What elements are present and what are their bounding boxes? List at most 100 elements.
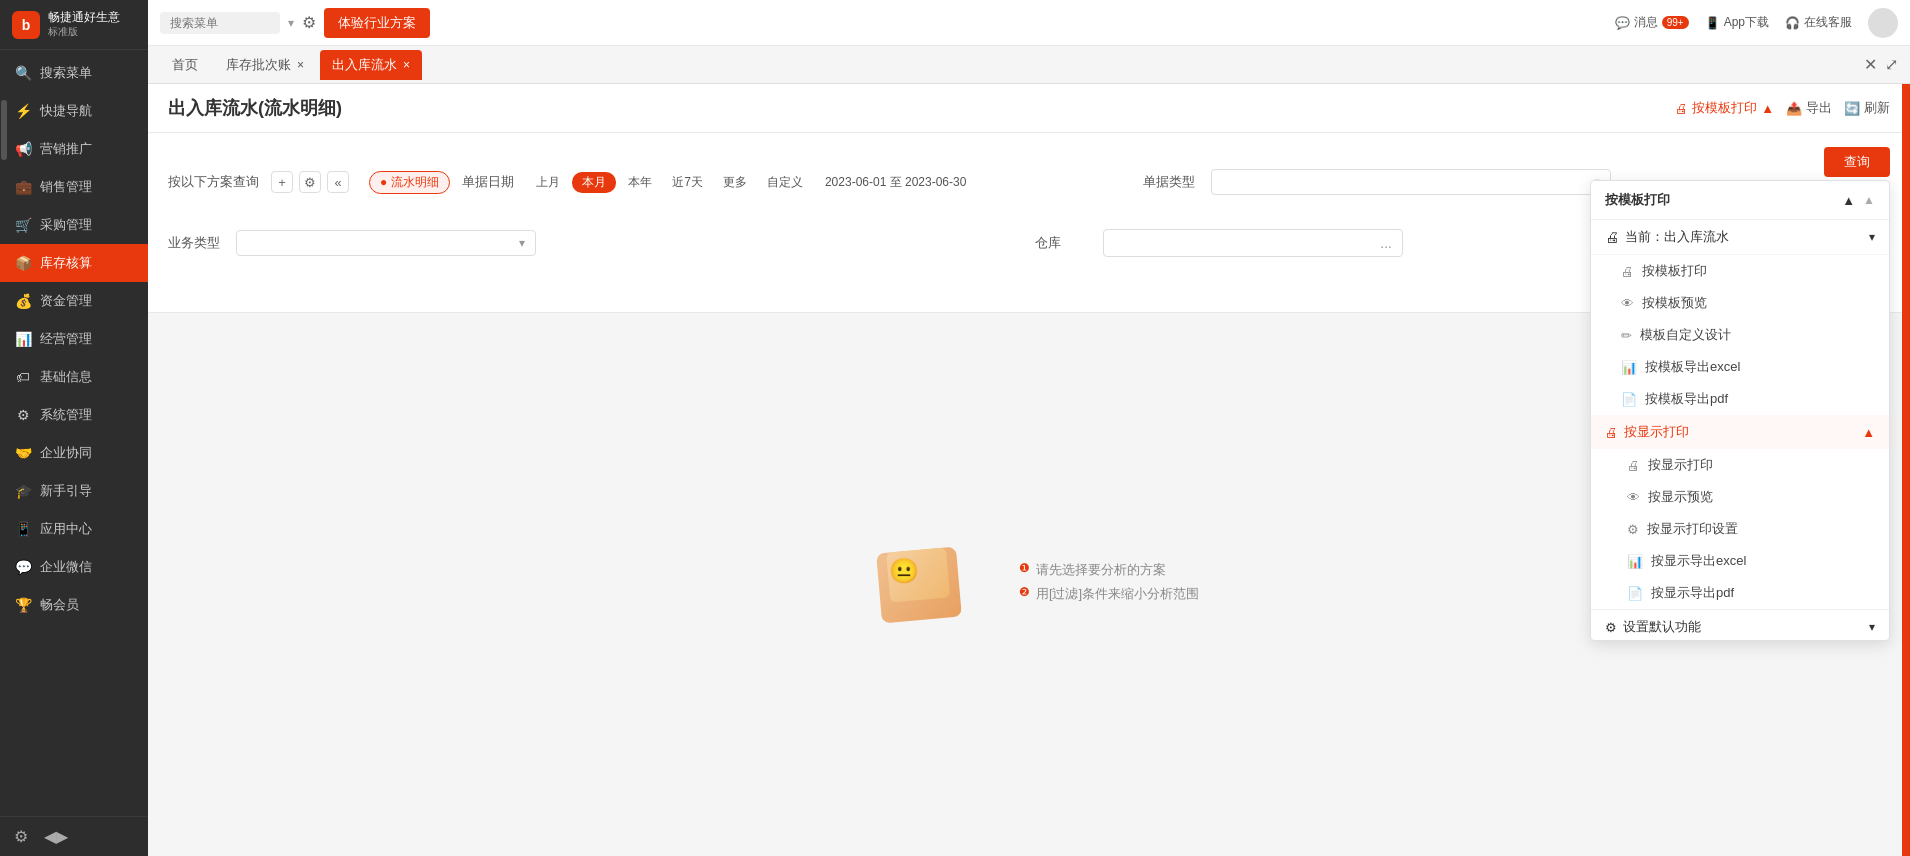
dropdown-header-label: 按模板打印 bbox=[1605, 191, 1670, 209]
sidebar-logo: b 畅捷通好生意 标准版 bbox=[0, 0, 148, 50]
date-this-year-button[interactable]: 本年 bbox=[620, 172, 660, 193]
dropdown-template-preview[interactable]: 👁 按模板预览 bbox=[1591, 287, 1889, 319]
window-maximize-icon[interactable]: ⤢ bbox=[1885, 55, 1898, 74]
dropdown-template-print[interactable]: 🖨 按模板打印 bbox=[1591, 255, 1889, 287]
sidebar-item-wechat[interactable]: 💬 企业微信 bbox=[0, 548, 148, 586]
bottom-gear-icon[interactable]: ⚙ bbox=[14, 827, 28, 846]
sidebar-item-quick[interactable]: ⚡ 快捷导航 bbox=[0, 92, 148, 130]
topbar-gear-icon[interactable]: ⚙ bbox=[302, 13, 316, 32]
bill-type-label: 单据类型 bbox=[1143, 173, 1203, 191]
bottom-collapse-icon[interactable]: ◀▶ bbox=[44, 827, 68, 846]
tab-current-close[interactable]: × bbox=[403, 58, 410, 72]
sidebar-item-marketing[interactable]: 📢 营销推广 bbox=[0, 130, 148, 168]
bill-type-select[interactable]: ▾ bbox=[1211, 169, 1611, 195]
sidebar-item-quick-label: 快捷导航 bbox=[40, 102, 92, 120]
dropdown-display-print-setting[interactable]: ⚙ 按显示打印设置 bbox=[1591, 513, 1889, 545]
dropdown-template-export-excel[interactable]: 📊 按模板导出excel bbox=[1591, 351, 1889, 383]
filter-add-button[interactable]: + bbox=[271, 171, 293, 193]
sales-nav-icon: 💼 bbox=[14, 179, 32, 195]
dropdown-template-export-pdf[interactable]: 📄 按模板导出pdf bbox=[1591, 383, 1889, 415]
dropdown-scroll-up[interactable]: ▲ bbox=[1863, 193, 1875, 207]
sidebar-item-operations[interactable]: 📊 经营管理 bbox=[0, 320, 148, 358]
dropdown-current-section[interactable]: 🖨 当前：出入库流水 ▾ bbox=[1591, 220, 1889, 255]
sidebar-item-sales[interactable]: 💼 销售管理 bbox=[0, 168, 148, 206]
filter-collapse-button[interactable]: « bbox=[327, 171, 349, 193]
dropdown-up-icon: ▲ bbox=[1842, 193, 1855, 208]
warehouse-label: 仓库 bbox=[1035, 234, 1095, 252]
filter-tag-current[interactable]: ● 流水明细 bbox=[369, 171, 450, 194]
right-scroll-indicator[interactable] bbox=[1902, 84, 1910, 856]
sidebar-item-appstore[interactable]: 📱 应用中心 bbox=[0, 510, 148, 548]
message-badge: 99+ bbox=[1662, 16, 1689, 29]
filter-gear-button[interactable]: ⚙ bbox=[299, 171, 321, 193]
sidebar-item-member[interactable]: 🏆 畅会员 bbox=[0, 586, 148, 624]
refresh-icon: 🔄 bbox=[1844, 101, 1860, 116]
template-print-button[interactable]: 🖨 按模板打印 ▲ bbox=[1675, 99, 1774, 117]
customer-service-button[interactable]: 🎧 在线客服 bbox=[1785, 14, 1852, 31]
date-current-month-button[interactable]: 本月 bbox=[572, 172, 616, 193]
sidebar-item-search[interactable]: 🔍 搜索菜单 bbox=[0, 54, 148, 92]
sidebar-item-finance[interactable]: 💰 资金管理 bbox=[0, 282, 148, 320]
tab-batch-close[interactable]: × bbox=[297, 58, 304, 72]
current-section-label: 当前：出入库流水 bbox=[1625, 228, 1729, 246]
sidebar-item-collab[interactable]: 🤝 企业协同 bbox=[0, 434, 148, 472]
tab-home[interactable]: 首页 bbox=[160, 50, 210, 80]
template-export-pdf-icon: 📄 bbox=[1621, 392, 1637, 407]
sidebar-bottom: ⚙ ◀▶ bbox=[0, 816, 148, 856]
date-more-button[interactable]: 更多 bbox=[715, 172, 755, 193]
dropdown-scroll[interactable]: 🖨 当前：出入库流水 ▾ 🖨 按模板打印 👁 按模板预览 ✏ 模板自定义设计 bbox=[1591, 220, 1889, 640]
display-print-item-label: 按显示打印 bbox=[1648, 456, 1713, 474]
sidebar-item-basic-label: 基础信息 bbox=[40, 368, 92, 386]
dropdown-display-export-excel[interactable]: 📊 按显示导出excel bbox=[1591, 545, 1889, 577]
sidebar-item-system[interactable]: ⚙ 系统管理 bbox=[0, 396, 148, 434]
sidebar-item-search-label: 搜索菜单 bbox=[40, 64, 92, 82]
display-section-label: 按显示打印 bbox=[1624, 423, 1689, 441]
template-print-label: 按模板打印 bbox=[1692, 99, 1757, 117]
export-button[interactable]: 📤 导出 bbox=[1786, 99, 1832, 117]
default-func-label: 设置默认功能 bbox=[1623, 618, 1701, 636]
date-prev-month-button[interactable]: 上月 bbox=[528, 172, 568, 193]
collab-nav-icon: 🤝 bbox=[14, 445, 32, 461]
dropdown-display-export-pdf[interactable]: 📄 按显示导出pdf bbox=[1591, 577, 1889, 609]
sidebar-item-inventory[interactable]: 📦 库存核算 bbox=[0, 244, 148, 282]
topbar: ▾ ⚙ 体验行业方案 💬 消息 99+ 📱 App下载 🎧 在线客服 bbox=[148, 0, 1910, 46]
export-icon: 📤 bbox=[1786, 101, 1802, 116]
dropdown-display-preview[interactable]: 👁 按显示预览 bbox=[1591, 481, 1889, 513]
biz-type-select[interactable]: ▾ bbox=[236, 230, 536, 256]
app-download-button[interactable]: 📱 App下载 bbox=[1705, 14, 1769, 31]
refresh-button[interactable]: 🔄 刷新 bbox=[1844, 99, 1890, 117]
dropdown-default-func[interactable]: ⚙ 设置默认功能 ▾ bbox=[1591, 609, 1889, 640]
logo-icon: b bbox=[12, 11, 40, 39]
template-print-item-label: 按模板打印 bbox=[1642, 262, 1707, 280]
sidebar-item-basic[interactable]: 🏷 基础信息 bbox=[0, 358, 148, 396]
dropdown-display-print[interactable]: 🖨 按显示打印 bbox=[1591, 449, 1889, 481]
sidebar-item-purchase[interactable]: 🛒 采购管理 bbox=[0, 206, 148, 244]
window-close-icon[interactable]: ✕ bbox=[1864, 55, 1877, 74]
logo-name: 畅捷通好生意 bbox=[48, 10, 120, 26]
message-label: 消息 bbox=[1634, 14, 1658, 31]
tab-current[interactable]: 出入库流水 × bbox=[320, 50, 422, 80]
app-download-icon: 📱 bbox=[1705, 16, 1720, 30]
wechat-nav-icon: 💬 bbox=[14, 559, 32, 575]
dropdown-template-custom[interactable]: ✏ 模板自定义设计 bbox=[1591, 319, 1889, 351]
message-button[interactable]: 💬 消息 99+ bbox=[1615, 14, 1689, 31]
industry-solution-button[interactable]: 体验行业方案 bbox=[324, 8, 430, 38]
warehouse-select[interactable]: ... bbox=[1103, 229, 1403, 257]
date-quick-buttons: 上月 本月 本年 近7天 更多 自定义 bbox=[528, 172, 811, 193]
tab-batch[interactable]: 库存批次账 × bbox=[214, 50, 316, 80]
dropdown-display-section[interactable]: 🖨 按显示打印 ▲ bbox=[1591, 415, 1889, 449]
date-custom-button[interactable]: 自定义 bbox=[759, 172, 811, 193]
query-button[interactable]: 查询 bbox=[1824, 147, 1890, 177]
template-custom-item-label: 模板自定义设计 bbox=[1640, 326, 1731, 344]
search-input[interactable] bbox=[160, 12, 280, 34]
date-7days-button[interactable]: 近7天 bbox=[664, 172, 711, 193]
search-chevron-icon: ▾ bbox=[288, 16, 294, 30]
template-export-excel-icon: 📊 bbox=[1621, 360, 1637, 375]
tab-current-label: 出入库流水 bbox=[332, 56, 397, 74]
tabbar: 首页 库存批次账 × 出入库流水 × ✕ ⤢ bbox=[148, 46, 1910, 84]
app-download-label: App下载 bbox=[1724, 14, 1769, 31]
warehouse-more-icon[interactable]: ... bbox=[1380, 235, 1392, 251]
user-avatar[interactable] bbox=[1868, 8, 1898, 38]
sidebar-item-member-label: 畅会员 bbox=[40, 596, 79, 614]
sidebar-item-guide[interactable]: 🎓 新手引导 bbox=[0, 472, 148, 510]
